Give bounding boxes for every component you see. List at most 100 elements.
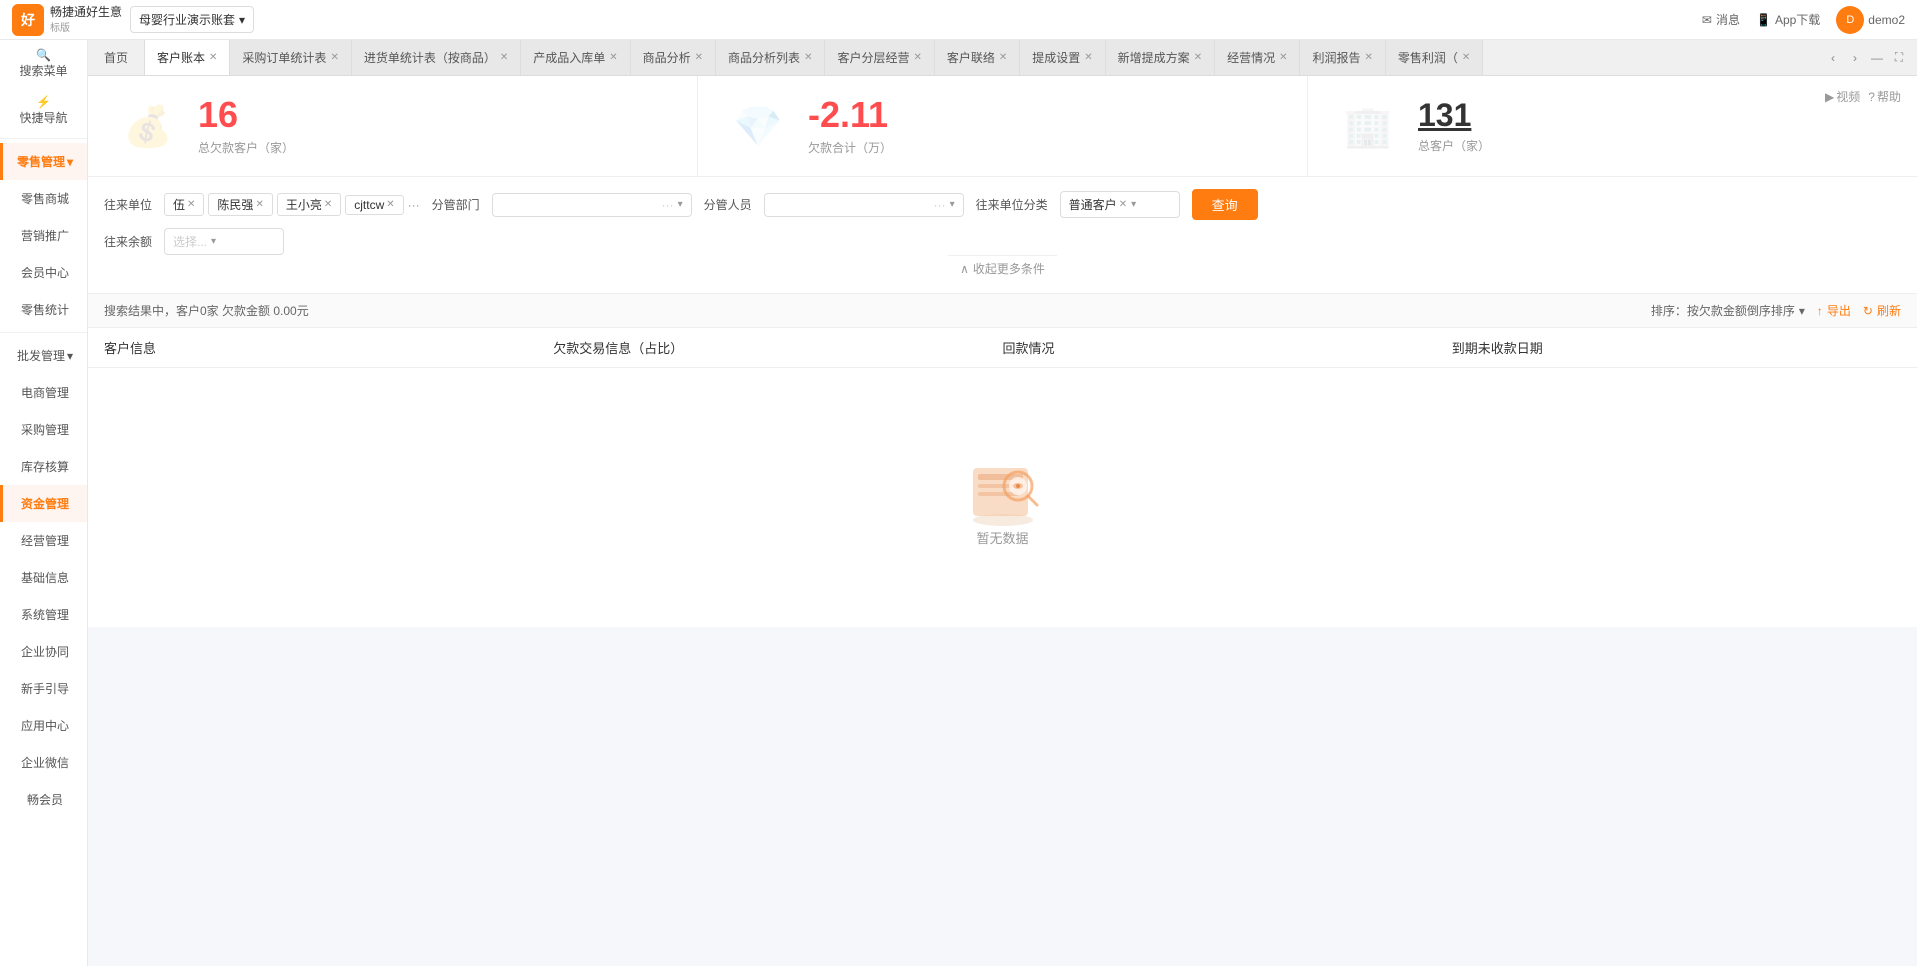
filter-unit-type-arrow-icon: ▾: [1131, 199, 1136, 210]
filter-tag-wang[interactable]: 王小亮 ✕: [277, 193, 341, 216]
user-profile[interactable]: D demo2: [1836, 6, 1905, 34]
tab-profit-report[interactable]: 利润报告 ✕: [1300, 40, 1385, 76]
sidebar-item-marketing[interactable]: 营销推广: [0, 217, 87, 254]
sidebar-expand-icon: ▾: [67, 155, 73, 169]
tab-improve-settings[interactable]: 提成设置 ✕: [1020, 40, 1105, 76]
tab-customer-tier-close[interactable]: ✕: [913, 52, 921, 63]
sidebar-divider: [0, 138, 87, 139]
tab-customer-contact-close[interactable]: ✕: [999, 52, 1007, 63]
app-download-label: App下载: [1775, 11, 1820, 28]
tab-customer-tier[interactable]: 客户分层经营 ✕: [825, 40, 934, 76]
sidebar-item-ops[interactable]: 经营管理: [0, 522, 87, 559]
tab-product-inbound-close[interactable]: ✕: [609, 52, 617, 63]
export-icon: ↑: [1817, 304, 1823, 318]
sidebar-item-ecom[interactable]: 电商管理: [0, 374, 87, 411]
filter-tag-chen[interactable]: 陈民强 ✕: [208, 193, 272, 216]
export-button[interactable]: ↑ 导出: [1817, 302, 1851, 319]
sidebar-item-new-guide[interactable]: 新手引导: [0, 670, 87, 707]
tab-product-analysis-label: 商品分析: [643, 49, 691, 66]
tab-new-improve[interactable]: 新增提成方案 ✕: [1106, 40, 1215, 76]
workspace-label: 母婴行业演示账套: [139, 11, 235, 28]
sidebar-item-member[interactable]: 畅会员: [0, 781, 87, 818]
workspace-selector[interactable]: 母婴行业演示账套 ▾: [130, 6, 254, 33]
filter-person-select[interactable]: ··· ▾: [764, 193, 964, 217]
tab-home[interactable]: 首页: [88, 40, 145, 76]
filter-tag-wu-close[interactable]: ✕: [187, 199, 195, 210]
filter-tag-wang-close[interactable]: ✕: [324, 199, 332, 210]
table-col-repay: 回款情况: [1003, 338, 1452, 357]
tab-profit-report-close[interactable]: ✕: [1365, 52, 1373, 63]
sidebar-item-inventory[interactable]: 库存核算: [0, 448, 87, 485]
tab-new-improve-label: 新增提成方案: [1118, 49, 1190, 66]
tab-minimize-button[interactable]: —: [1867, 48, 1887, 68]
filter-balance-select[interactable]: 选择... ▾: [164, 228, 284, 255]
sidebar-item-basic[interactable]: 基础信息: [0, 559, 87, 596]
query-button[interactable]: 查询: [1192, 189, 1258, 220]
sidebar-search[interactable]: 🔍 搜索菜单: [0, 40, 87, 87]
sidebar-quicknav[interactable]: ⚡ 快捷导航: [0, 87, 87, 134]
sidebar-item-ecom-label: 电商管理: [21, 386, 69, 400]
message-button[interactable]: ✉ 消息: [1702, 11, 1740, 28]
refresh-button[interactable]: ↻ 刷新: [1863, 302, 1901, 319]
tab-customer-contact[interactable]: 客户联络 ✕: [935, 40, 1020, 76]
tab-operations[interactable]: 经营情况 ✕: [1215, 40, 1300, 76]
filter-tag-wu[interactable]: 伍 ✕: [164, 193, 204, 216]
sidebar-item-app-center[interactable]: 应用中心: [0, 707, 87, 744]
filter-dept-select[interactable]: ··· ▾: [492, 193, 692, 217]
logo-icon: 好: [12, 4, 44, 36]
sidebar-item-sys[interactable]: 系统管理: [0, 596, 87, 633]
sidebar-item-retail-stats-label: 零售统计: [21, 303, 69, 317]
sidebar-item-retail-mall[interactable]: 零售商城: [0, 180, 87, 217]
help-icon: ?: [1868, 90, 1875, 104]
tab-operations-label: 经营情况: [1227, 49, 1275, 66]
sidebar-item-purchase[interactable]: 采购管理: [0, 411, 87, 448]
sidebar-divider-2: [0, 332, 87, 333]
stat-block-total: 🏢 131 总客户（家） ▶ 视频 ? 帮助: [1307, 76, 1917, 176]
tab-retail-profit[interactable]: 零售利润（ ✕: [1386, 40, 1483, 76]
sidebar-item-ops-label: 经营管理: [21, 534, 69, 548]
filter-unit-type-select[interactable]: 普通客户 ✕ ▾: [1060, 191, 1180, 218]
video-label: 视频: [1836, 88, 1860, 105]
app-download-button[interactable]: 📱 App下载: [1756, 11, 1820, 28]
tab-retail-profit-close[interactable]: ✕: [1462, 52, 1470, 63]
sidebar-item-enterprise-coop[interactable]: 企业协同: [0, 633, 87, 670]
tab-purchase-order-close[interactable]: ✕: [330, 52, 338, 63]
filter-unit-type-value: 普通客户: [1069, 196, 1117, 213]
tab-purchase-order[interactable]: 采购订单统计表 ✕: [230, 40, 351, 76]
tab-account[interactable]: 客户账本 ✕: [145, 40, 230, 76]
sidebar-item-enterprise-wechat[interactable]: 企业微信: [0, 744, 87, 781]
tab-next-button[interactable]: ›: [1845, 48, 1865, 68]
sidebar-item-member-center[interactable]: 会员中心: [0, 254, 87, 291]
tab-product-analysis-list[interactable]: 商品分析列表 ✕: [716, 40, 825, 76]
tab-operations-close[interactable]: ✕: [1279, 52, 1287, 63]
tab-improve-settings-close[interactable]: ✕: [1084, 52, 1092, 63]
tab-inbound-stats[interactable]: 进货单统计表（按商品） ✕: [352, 40, 521, 76]
help-button[interactable]: ? 帮助: [1868, 88, 1901, 105]
collapse-conditions-button[interactable]: ∧ 收起更多条件: [948, 255, 1057, 281]
video-help-button[interactable]: ▶ 视频: [1825, 88, 1860, 105]
results-header: 搜索结果中，客户0家 欠款金额 0.00元 排序：按欠款金额倒序排序 ▾ ↑ 导…: [88, 294, 1917, 328]
sidebar-item-retail-stats[interactable]: 零售统计: [0, 291, 87, 328]
sidebar-item-retail-mgmt[interactable]: 零售管理 ▾: [0, 143, 87, 180]
tab-product-analysis[interactable]: 商品分析 ✕: [631, 40, 716, 76]
filter-tag-cjttcw[interactable]: cjttcw ✕: [345, 195, 403, 215]
filter-tag-chen-close[interactable]: ✕: [255, 199, 263, 210]
tab-product-analysis-close[interactable]: ✕: [695, 52, 703, 63]
tab-new-improve-close[interactable]: ✕: [1194, 52, 1202, 63]
tab-account-label: 客户账本: [157, 49, 205, 66]
filter-dept-label: 分管部门: [432, 196, 480, 213]
sidebar-item-app-center-label: 应用中心: [21, 719, 69, 733]
sort-select[interactable]: 排序：按欠款金额倒序排序 ▾: [1651, 302, 1805, 319]
tab-prev-button[interactable]: ‹: [1823, 48, 1843, 68]
tab-product-inbound-label: 产成品入库单: [533, 49, 605, 66]
tab-maximize-button[interactable]: ⛶: [1889, 48, 1909, 68]
filter-unit-type-close[interactable]: ✕: [1119, 199, 1127, 210]
sidebar-item-wholesale[interactable]: 批发管理 ▾: [0, 337, 87, 374]
tab-inbound-stats-close[interactable]: ✕: [500, 52, 508, 63]
tab-product-analysis-list-close[interactable]: ✕: [804, 52, 812, 63]
sidebar-item-finance[interactable]: 资金管理: [0, 485, 87, 522]
filter-more-tags[interactable]: ···: [408, 198, 420, 212]
filter-tag-cjttcw-close[interactable]: ✕: [386, 199, 394, 210]
tab-account-close[interactable]: ✕: [209, 52, 217, 63]
tab-product-inbound[interactable]: 产成品入库单 ✕: [521, 40, 630, 76]
